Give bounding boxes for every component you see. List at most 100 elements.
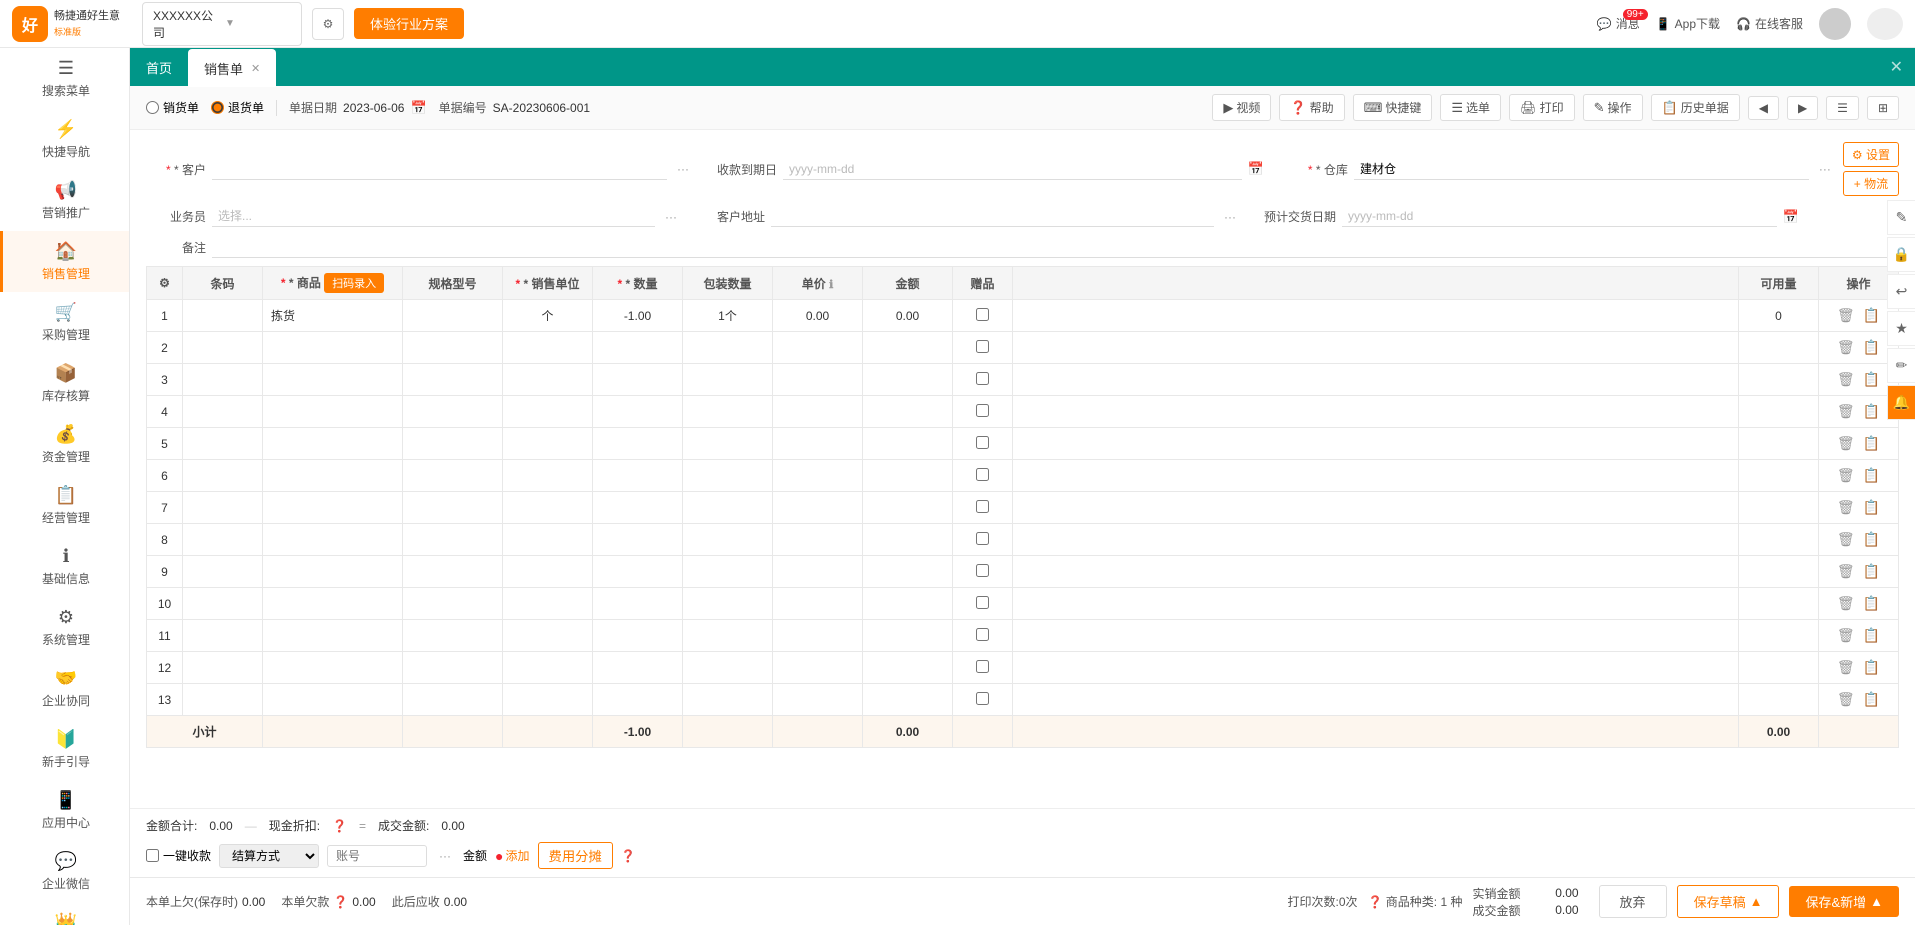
sidebar-item-purchase[interactable]: 🛒 采购管理 (0, 292, 129, 353)
row-price[interactable] (773, 492, 863, 524)
row-pack-qty[interactable] (683, 492, 773, 524)
row-product[interactable] (263, 652, 403, 684)
row-qty[interactable] (593, 556, 683, 588)
row-qty[interactable]: -1.00 (593, 300, 683, 332)
return-order-radio[interactable]: 退货单 (211, 99, 264, 116)
row-product[interactable] (263, 428, 403, 460)
row-barcode[interactable] (183, 332, 263, 364)
row-barcode[interactable] (183, 684, 263, 716)
row-amount[interactable] (863, 652, 953, 684)
delete-row-icon[interactable]: 🗑 (1837, 563, 1855, 580)
float-edit-btn[interactable]: ✎ (1887, 200, 1915, 235)
copy-row-icon[interactable]: 📋 (1863, 595, 1880, 612)
row-pack-qty[interactable] (683, 396, 773, 428)
row-amount[interactable] (863, 364, 953, 396)
row-pack-qty[interactable] (683, 652, 773, 684)
row-spec[interactable] (403, 684, 503, 716)
copy-row-icon[interactable]: 📋 (1863, 627, 1880, 644)
sidebar-item-members[interactable]: 👑 畅会员 (0, 902, 129, 925)
payment-date-input[interactable] (783, 159, 1242, 180)
customer-input[interactable] (212, 159, 667, 180)
sidebar-item-wechat[interactable]: 💬 企业微信 (0, 841, 129, 902)
app-download-action[interactable]: 📱 App下载 (1656, 15, 1720, 32)
row-barcode[interactable] (183, 364, 263, 396)
row-amount[interactable] (863, 396, 953, 428)
customer-ellipsis-btn[interactable]: ··· (673, 162, 693, 176)
row-spec[interactable] (403, 428, 503, 460)
row-barcode[interactable] (183, 524, 263, 556)
row-pack-qty[interactable] (683, 460, 773, 492)
row-barcode[interactable] (183, 588, 263, 620)
row-barcode[interactable] (183, 492, 263, 524)
delete-row-icon[interactable]: 🗑 (1837, 595, 1855, 612)
row-gift[interactable] (953, 492, 1013, 524)
row-pack-qty[interactable] (683, 364, 773, 396)
row-qty[interactable] (593, 332, 683, 364)
row-price[interactable] (773, 364, 863, 396)
row-pack-qty[interactable]: 1个 (683, 300, 773, 332)
float-refresh-btn[interactable]: ↩ (1887, 274, 1915, 309)
sidebar-item-basic-info[interactable]: ℹ 基础信息 (0, 536, 129, 597)
row-amount[interactable] (863, 684, 953, 716)
customer-addr-input[interactable] (771, 206, 1214, 227)
print-btn[interactable]: 🖨 打印 (1509, 94, 1575, 121)
discard-button[interactable]: 放弃 (1599, 885, 1667, 918)
row-qty[interactable] (593, 524, 683, 556)
owe-info-icon[interactable]: ❓ (333, 895, 348, 909)
expected-calendar-icon[interactable]: 📅 (1783, 209, 1799, 225)
row-barcode[interactable] (183, 300, 263, 332)
row-unit[interactable] (503, 524, 593, 556)
card-view-btn[interactable]: ⊞ (1867, 96, 1899, 120)
float-lock-btn[interactable]: 🔒 (1887, 237, 1915, 272)
row-unit[interactable] (503, 684, 593, 716)
row-unit[interactable] (503, 428, 593, 460)
cash-discount-info-icon[interactable]: ❓ (332, 819, 347, 833)
account-input[interactable] (327, 845, 427, 867)
row-spec[interactable] (403, 332, 503, 364)
sidebar-item-quick-nav[interactable]: ⚡ 快捷导航 (0, 109, 129, 170)
row-qty[interactable] (593, 428, 683, 460)
copy-row-icon[interactable]: 📋 (1863, 659, 1880, 676)
row-pack-qty[interactable] (683, 428, 773, 460)
account-ellipsis-btn[interactable]: ··· (435, 849, 455, 863)
sidebar-item-newbie[interactable]: 🔰 新手引导 (0, 719, 129, 780)
shortcut-btn[interactable]: ⌨ 快捷键 (1353, 94, 1433, 121)
row-qty[interactable] (593, 620, 683, 652)
delete-row-icon[interactable]: 🗑 (1837, 307, 1855, 324)
row-unit[interactable] (503, 556, 593, 588)
online-service-action[interactable]: 🎧 在线客服 (1736, 15, 1803, 32)
row-spec[interactable] (403, 460, 503, 492)
sidebar-item-operations[interactable]: 📋 经营管理 (0, 475, 129, 536)
row-unit[interactable] (503, 588, 593, 620)
row-price[interactable] (773, 684, 863, 716)
product-count-icon[interactable]: ❓ (1368, 895, 1383, 909)
grid-view-btn[interactable]: ☰ (1826, 96, 1859, 120)
row-amount[interactable] (863, 460, 953, 492)
copy-row-icon[interactable]: 📋 (1863, 563, 1880, 580)
row-spec[interactable] (403, 492, 503, 524)
avatar-extra[interactable] (1867, 8, 1903, 40)
payment-calendar-icon[interactable]: 📅 (1248, 161, 1264, 177)
table-header-gear[interactable]: ⚙ (147, 267, 183, 300)
float-star-btn[interactable]: ★ (1887, 311, 1915, 346)
select-order-btn[interactable]: ☰ 选单 (1440, 94, 1501, 121)
delete-row-icon[interactable]: 🗑 (1837, 371, 1855, 388)
tab-home[interactable]: 首页 (130, 48, 188, 86)
scan-barcode-btn[interactable]: 扫码录入 (324, 273, 384, 293)
row-gift[interactable] (953, 300, 1013, 332)
tab-close-icon[interactable]: ✕ (251, 62, 260, 75)
copy-row-icon[interactable]: 📋 (1863, 691, 1880, 708)
row-product[interactable]: 拣货 (263, 300, 403, 332)
history-orders-btn[interactable]: 📋 历史单据 (1651, 94, 1740, 121)
delete-row-icon[interactable]: 🗑 (1837, 531, 1855, 548)
settings-icon[interactable]: ⚙ (312, 8, 344, 40)
logistics-btn[interactable]: + 物流 (1843, 171, 1899, 196)
row-product[interactable] (263, 684, 403, 716)
float-note-btn[interactable]: ✏ (1887, 348, 1915, 383)
row-spec[interactable] (403, 652, 503, 684)
salesman-input[interactable] (212, 206, 655, 227)
warehouse-input[interactable] (1354, 159, 1809, 180)
row-price[interactable] (773, 588, 863, 620)
copy-row-icon[interactable]: 📋 (1863, 435, 1880, 452)
row-amount[interactable] (863, 588, 953, 620)
